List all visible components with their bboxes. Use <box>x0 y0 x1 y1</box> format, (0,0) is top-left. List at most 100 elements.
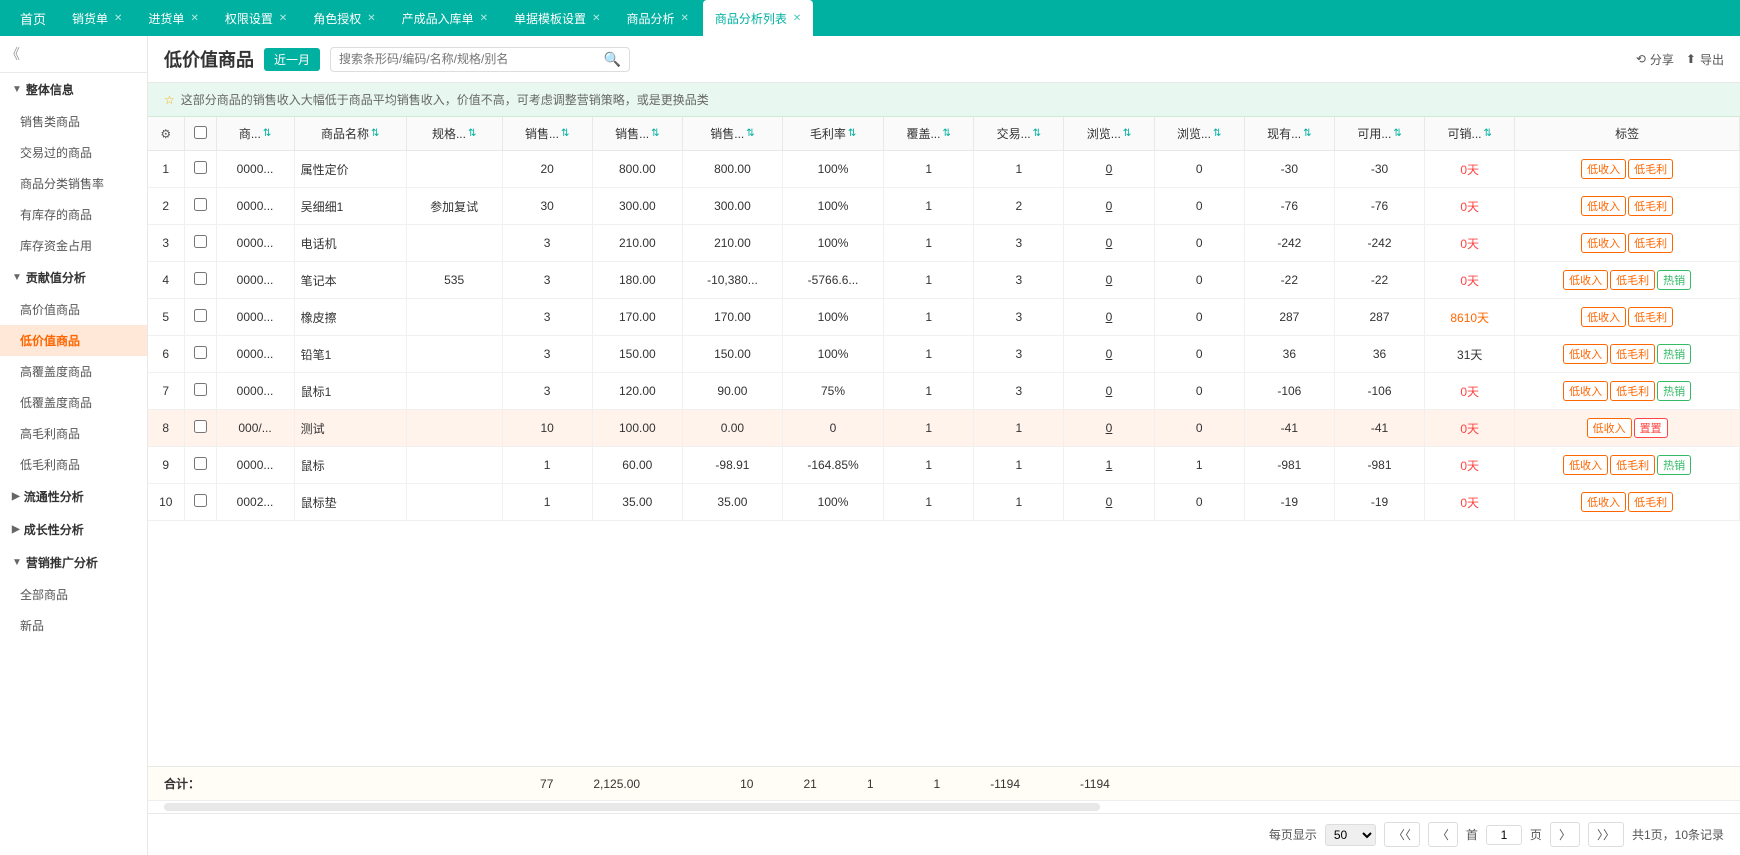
sidebar-item-all-products[interactable]: 全部商品 <box>0 579 147 610</box>
nav-sales[interactable]: 销货单 ✕ <box>60 0 134 36</box>
row-checkbox[interactable] <box>184 188 216 225</box>
col-stock-available[interactable]: 可用... ⇅ <box>1334 117 1424 151</box>
row-browse1[interactable]: 0 <box>1064 262 1154 299</box>
nav-warehouse[interactable]: 产成品入库单 ✕ <box>390 0 500 36</box>
browse1-link[interactable]: 1 <box>1106 458 1113 472</box>
nav-permissions[interactable]: 权限设置 ✕ <box>213 0 299 36</box>
select-all-checkbox[interactable] <box>194 126 207 139</box>
sidebar-item-high-value[interactable]: 高价值商品 <box>0 294 147 325</box>
row-select-checkbox[interactable] <box>194 383 207 396</box>
close-icon[interactable]: ✕ <box>793 13 801 24</box>
nav-roles[interactable]: 角色授权 ✕ <box>301 0 387 36</box>
browse1-link[interactable]: 0 <box>1106 236 1113 250</box>
row-browse1[interactable]: 0 <box>1064 336 1154 373</box>
first-page-btn[interactable]: 〈〈 <box>1384 822 1420 847</box>
row-select-checkbox[interactable] <box>194 272 207 285</box>
sidebar-section-growth[interactable]: ▶ 成长性分析 <box>0 513 147 546</box>
search-input[interactable] <box>339 52 604 66</box>
close-icon[interactable]: ✕ <box>367 13 375 24</box>
row-browse1[interactable]: 0 <box>1064 373 1154 410</box>
col-browse1[interactable]: 浏览... ⇅ <box>1064 117 1154 151</box>
sidebar-item-new-products[interactable]: 新品 <box>0 610 147 641</box>
sidebar-item-high-gross[interactable]: 高毛利商品 <box>0 418 147 449</box>
row-checkbox[interactable] <box>184 151 216 188</box>
sidebar-item-stock-capital[interactable]: 库存资金占用 <box>0 230 147 261</box>
col-sales-price[interactable]: 销售... ⇅ <box>592 117 682 151</box>
sort-icon[interactable]: ⇅ <box>371 128 379 139</box>
row-select-checkbox[interactable] <box>194 198 207 211</box>
sidebar-item-low-coverage[interactable]: 低覆盖度商品 <box>0 387 147 418</box>
sidebar-section-contribution[interactable]: ▼ 贡献值分析 <box>0 261 147 294</box>
nav-home[interactable]: 首页 <box>8 0 58 36</box>
row-checkbox[interactable] <box>184 262 216 299</box>
row-checkbox[interactable] <box>184 336 216 373</box>
browse1-link[interactable]: 0 <box>1106 310 1113 324</box>
sidebar-item-high-coverage[interactable]: 高覆盖度商品 <box>0 356 147 387</box>
gear-icon[interactable]: ⚙ <box>160 127 171 141</box>
sort-icon[interactable]: ⇅ <box>1033 128 1041 139</box>
row-checkbox[interactable] <box>184 299 216 336</box>
nav-templates[interactable]: 单据模板设置 ✕ <box>502 0 612 36</box>
row-browse1[interactable]: 0 <box>1064 484 1154 521</box>
close-icon[interactable]: ✕ <box>680 13 688 24</box>
col-sales-cost[interactable]: 销售... ⇅ <box>682 117 782 151</box>
close-icon[interactable]: ✕ <box>279 13 287 24</box>
browse1-link[interactable]: 0 <box>1106 162 1113 176</box>
share-btn[interactable]: ⟲ 分享 <box>1636 51 1674 68</box>
sidebar-item-low-value[interactable]: 低价值商品 <box>0 325 147 356</box>
row-browse1[interactable]: 0 <box>1064 151 1154 188</box>
nav-purchase[interactable]: 进货单 ✕ <box>136 0 210 36</box>
browse1-link[interactable]: 0 <box>1106 421 1113 435</box>
sidebar-collapse-btn[interactable]: 《 <box>6 44 20 64</box>
col-gross-margin[interactable]: 毛利率 ⇅ <box>782 117 883 151</box>
row-checkbox[interactable] <box>184 373 216 410</box>
col-stock-saleable[interactable]: 可销... ⇅ <box>1425 117 1515 151</box>
sort-icon[interactable]: ⇅ <box>651 128 659 139</box>
col-checkbox[interactable] <box>184 117 216 151</box>
sidebar-item-category-sales-rate[interactable]: 商品分类销售率 <box>0 168 147 199</box>
sidebar-section-circulation[interactable]: ▶ 流通性分析 <box>0 480 147 513</box>
row-select-checkbox[interactable] <box>194 420 207 433</box>
col-gear[interactable]: ⚙ <box>148 117 184 151</box>
browse1-link[interactable]: 0 <box>1106 495 1113 509</box>
sort-icon[interactable]: ⇅ <box>746 128 754 139</box>
col-name[interactable]: 商品名称 ⇅ <box>294 117 406 151</box>
browse1-link[interactable]: 0 <box>1106 199 1113 213</box>
row-select-checkbox[interactable] <box>194 346 207 359</box>
sort-icon[interactable]: ⇅ <box>1303 128 1311 139</box>
close-icon[interactable]: ✕ <box>114 13 122 24</box>
nav-analysis-list[interactable]: 商品分析列表 ✕ <box>703 0 813 36</box>
row-select-checkbox[interactable] <box>194 457 207 470</box>
page-number-input[interactable] <box>1486 825 1522 845</box>
sort-icon[interactable]: ⇅ <box>1213 128 1221 139</box>
filter-btn[interactable]: 近一月 <box>264 48 320 71</box>
prev-page-btn[interactable]: 〈 <box>1428 822 1458 847</box>
row-select-checkbox[interactable] <box>194 494 207 507</box>
col-coverage[interactable]: 覆盖... ⇅ <box>884 117 974 151</box>
row-checkbox[interactable] <box>184 225 216 262</box>
row-browse1[interactable]: 0 <box>1064 188 1154 225</box>
close-icon[interactable]: ✕ <box>190 13 198 24</box>
sidebar-item-low-gross[interactable]: 低毛利商品 <box>0 449 147 480</box>
export-btn[interactable]: ⬆ 导出 <box>1686 51 1724 68</box>
close-icon[interactable]: ✕ <box>480 13 488 24</box>
browse1-link[interactable]: 0 <box>1106 347 1113 361</box>
col-trade[interactable]: 交易... ⇅ <box>974 117 1064 151</box>
sidebar-item-stock-products[interactable]: 有库存的商品 <box>0 199 147 230</box>
next-page-btn[interactable]: 〉 <box>1550 822 1580 847</box>
sidebar-item-traded-products[interactable]: 交易过的商品 <box>0 137 147 168</box>
row-select-checkbox[interactable] <box>194 309 207 322</box>
col-stock-current[interactable]: 现有... ⇅ <box>1244 117 1334 151</box>
col-spec[interactable]: 规格... ⇅ <box>406 117 502 151</box>
row-browse1[interactable]: 0 <box>1064 225 1154 262</box>
browse1-link[interactable]: 0 <box>1106 273 1113 287</box>
row-browse1[interactable]: 0 <box>1064 299 1154 336</box>
nav-analysis[interactable]: 商品分析 ✕ <box>614 0 700 36</box>
row-browse1[interactable]: 0 <box>1064 410 1154 447</box>
sort-icon[interactable]: ⇅ <box>848 128 856 139</box>
sidebar-section-overall[interactable]: ▼ 整体信息 <box>0 73 147 106</box>
row-select-checkbox[interactable] <box>194 235 207 248</box>
row-checkbox[interactable] <box>184 484 216 521</box>
last-page-btn[interactable]: 〉〉 <box>1588 822 1624 847</box>
sidebar-item-sales-products[interactable]: 销售类商品 <box>0 106 147 137</box>
